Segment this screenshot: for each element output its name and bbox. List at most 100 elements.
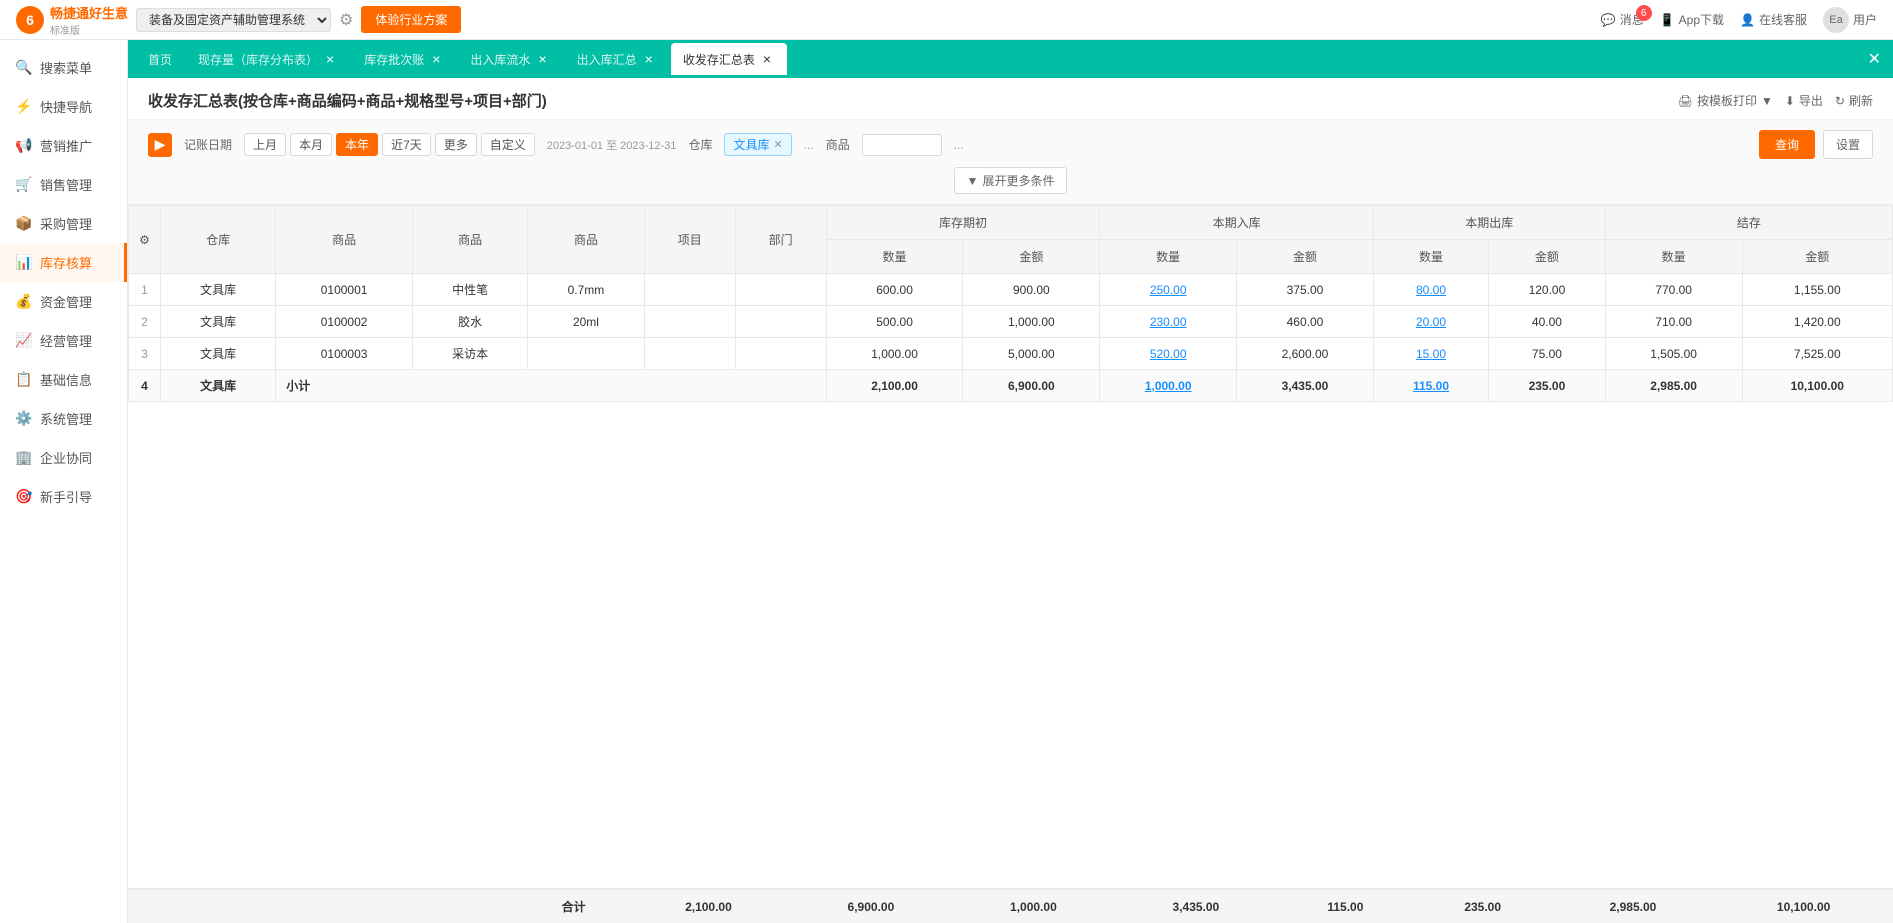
sidebar-item-purchase[interactable]: 📦 采购管理 (0, 204, 127, 243)
date-btn-7days[interactable]: 近7天 (382, 133, 431, 156)
sidebar-item-marketing[interactable]: 📢 营销推广 (0, 126, 127, 165)
row1-product-code: 0100001 (276, 274, 413, 306)
row2-opening-amt: 1,000.00 (963, 306, 1100, 338)
row1-in-amt: 375.00 (1237, 274, 1374, 306)
row1-opening-qty: 600.00 (826, 274, 963, 306)
th-opening: 库存期初 (826, 206, 1100, 240)
sidebar-item-quick-nav[interactable]: ⚡ 快捷导航 (0, 87, 127, 126)
table-row: 2 文具库 0100002 胶水 20ml 500.00 1,000.00 23… (129, 306, 1893, 338)
header-right: 💬 消息 6 📱 App下载 👤 在线客服 Ea 用户 (1601, 7, 1877, 33)
sidebar-item-enterprise[interactable]: 🏢 企业协同 (0, 438, 127, 477)
filter-action-area: 查询 设置 (1759, 130, 1873, 159)
user-item[interactable]: Ea 用户 (1823, 7, 1877, 33)
subtotal-in-qty[interactable]: 1,000.00 (1100, 370, 1237, 402)
online-service-item[interactable]: 👤 在线客服 (1740, 11, 1807, 28)
tab-stock-dist-close[interactable]: × (322, 51, 338, 67)
tab-recv-send-summary[interactable]: 收发存汇总表 × (671, 43, 787, 75)
row2-in-qty[interactable]: 230.00 (1100, 306, 1237, 338)
app-download-item[interactable]: 📱 App下载 (1660, 11, 1724, 28)
filter-toggle[interactable]: ▶ (148, 133, 172, 157)
tab-inout-summary-close[interactable]: × (641, 51, 657, 67)
avatar: Ea (1823, 7, 1849, 33)
subtotal-row: 4 文具库 小计 2,100.00 6,900.00 1,000.00 3,43… (129, 370, 1893, 402)
row1-out-qty[interactable]: 80.00 (1373, 274, 1488, 306)
subtotal-in-amt: 3,435.00 (1237, 370, 1374, 402)
sidebar-label-search: 搜索菜单 (40, 58, 92, 77)
tab-batch-ledger-close[interactable]: × (428, 51, 444, 67)
tab-inout-flow-close[interactable]: × (534, 51, 550, 67)
sidebar-item-guide[interactable]: 🎯 新手引导 (0, 477, 127, 516)
row3-in-qty[interactable]: 520.00 (1100, 338, 1237, 370)
date-label: 记账日期 (184, 136, 232, 153)
data-table: ⚙ 仓库 商品 商品 商品 项目 部门 库存期初 本期入库 本期出库 结存 (128, 205, 1893, 402)
subtotal-out-qty[interactable]: 115.00 (1373, 370, 1488, 402)
subtotal-balance-amt: 10,100.00 (1742, 370, 1892, 402)
th-balance-amt: 金额 (1742, 240, 1892, 274)
sidebar-label-finance: 资金管理 (40, 292, 92, 311)
row3-out-qty[interactable]: 15.00 (1373, 338, 1488, 370)
table-header-group: ⚙ 仓库 商品 商品 商品 项目 部门 库存期初 本期入库 本期出库 结存 (129, 206, 1893, 240)
date-btn-prev-month[interactable]: 上月 (244, 133, 286, 156)
expand-filter-row: ▼ 展开更多条件 (148, 167, 1873, 194)
tab-recv-send-close[interactable]: × (759, 51, 775, 67)
date-btn-more[interactable]: 更多 (435, 133, 477, 156)
row3-product-name: 采访本 (413, 338, 528, 370)
table-container: ⚙ 仓库 商品 商品 商品 项目 部门 库存期初 本期入库 本期出库 结存 (128, 205, 1893, 402)
sidebar-item-search[interactable]: 🔍 搜索菜单 (0, 48, 127, 87)
content-area: 首页 现存量（库存分布表） × 库存批次账 × 出入库流水 × 出入库汇总 × … (128, 40, 1893, 923)
sidebar-item-inventory[interactable]: 📊 库存核算 (0, 243, 127, 282)
user-label: 用户 (1853, 11, 1877, 28)
row2-num: 2 (129, 306, 161, 338)
table-row: 3 文具库 0100003 采访本 1,000.00 5,000.00 520.… (129, 338, 1893, 370)
settings-icon[interactable]: ⚙ (339, 10, 353, 30)
trial-button[interactable]: 体验行业方案 (361, 6, 461, 33)
sidebar-item-sales[interactable]: 🛒 销售管理 (0, 165, 127, 204)
row1-in-qty[interactable]: 250.00 (1100, 274, 1237, 306)
warehouse-tag-remove[interactable]: ✕ (773, 138, 782, 151)
product-more[interactable]: ... (954, 138, 964, 152)
total-opening-amt: 6,900.00 (790, 890, 952, 923)
sidebar-item-finance[interactable]: 💰 资金管理 (0, 282, 127, 321)
product-input[interactable] (862, 134, 942, 156)
sidebar-item-system[interactable]: ⚙️ 系统管理 (0, 399, 127, 438)
product-label: 商品 (826, 136, 850, 153)
tab-inout-summary-label: 出入库汇总 (577, 51, 637, 68)
subtotal-label: 小计 (276, 370, 826, 402)
settings-button[interactable]: 设置 (1823, 130, 1873, 159)
tab-inout-summary[interactable]: 出入库汇总 × (565, 43, 669, 75)
sidebar-item-operations[interactable]: 📈 经营管理 (0, 321, 127, 360)
system-selector[interactable]: 装备及固定资产辅助管理系统 (136, 8, 331, 32)
tab-batch-ledger[interactable]: 库存批次账 × (352, 43, 456, 75)
date-btn-this-month[interactable]: 本月 (290, 133, 332, 156)
tab-inout-flow[interactable]: 出入库流水 × (458, 43, 562, 75)
subtotal-warehouse: 文具库 (161, 370, 276, 402)
message-item[interactable]: 💬 消息 6 (1601, 11, 1644, 28)
tab-home[interactable]: 首页 (136, 43, 184, 75)
footer-total: 合计 2,100.00 6,900.00 1,000.00 3,435.00 1… (128, 888, 1893, 923)
page-actions: 🖨 按模板打印 ▼ ⬇ 导出 ↻ 刷新 (1678, 92, 1873, 109)
tab-stock-dist[interactable]: 现存量（库存分布表） × (186, 43, 350, 75)
logo-area: 6 畅捷通好生意 标准版 (16, 3, 128, 37)
th-settings[interactable]: ⚙ (129, 206, 161, 274)
tab-bar-close-all[interactable]: ✕ (1864, 49, 1885, 69)
row1-out-amt: 120.00 (1489, 274, 1606, 306)
guide-icon: 🎯 (16, 489, 32, 505)
query-button[interactable]: 查询 (1759, 130, 1815, 159)
refresh-button[interactable]: ↻ 刷新 (1835, 92, 1873, 109)
row2-out-qty[interactable]: 20.00 (1373, 306, 1488, 338)
date-btn-this-year[interactable]: 本年 (336, 133, 378, 156)
print-button[interactable]: 🖨 按模板打印 ▼ (1678, 92, 1773, 109)
row3-num: 3 (129, 338, 161, 370)
total-opening-qty: 2,100.00 (627, 890, 789, 923)
row2-out-amt: 40.00 (1489, 306, 1606, 338)
th-warehouse: 仓库 (161, 206, 276, 274)
row3-dept (735, 338, 826, 370)
date-btn-custom[interactable]: 自定义 (481, 133, 535, 156)
export-button[interactable]: ⬇ 导出 (1785, 92, 1823, 109)
row2-in-amt: 460.00 (1237, 306, 1374, 338)
sidebar-item-basic-info[interactable]: 📋 基础信息 (0, 360, 127, 399)
warehouse-more[interactable]: ... (804, 138, 814, 152)
expand-filter-button[interactable]: ▼ 展开更多条件 (954, 167, 1068, 194)
th-project: 项目 (644, 206, 735, 274)
row3-out-amt: 75.00 (1489, 338, 1606, 370)
